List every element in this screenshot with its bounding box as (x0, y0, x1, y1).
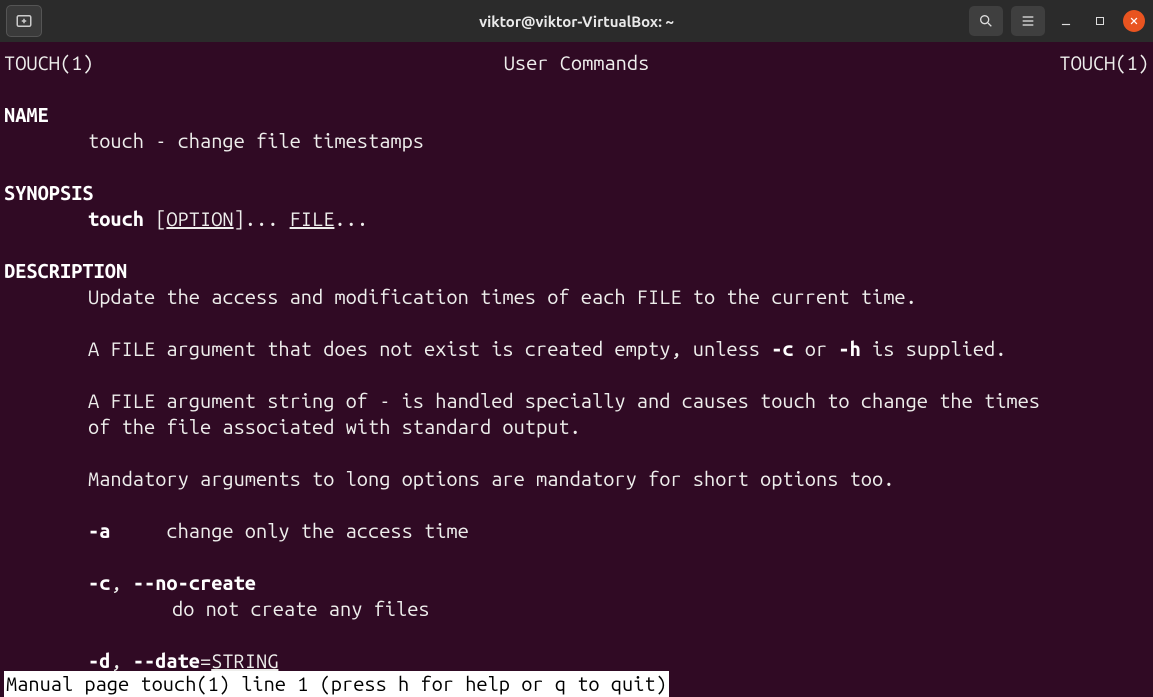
man-header-left: TOUCH(1) (4, 50, 94, 76)
description-line-3b: of the file associated with standard out… (0, 414, 1153, 440)
synopsis-option: OPTION (166, 207, 233, 230)
search-button[interactable] (969, 6, 1003, 36)
man-header-right: TOUCH(1) (1059, 50, 1149, 76)
close-button[interactable] (1121, 8, 1147, 34)
description-line-3a: A FILE argument string of - is handled s… (0, 388, 1153, 414)
synopsis-line: touch [OPTION]... FILE... (0, 206, 1153, 232)
menu-button[interactable] (1011, 6, 1045, 36)
close-icon (1123, 10, 1145, 32)
terminal-viewport[interactable]: TOUCH(1) User Commands TOUCH(1) NAME tou… (0, 42, 1153, 697)
synopsis-cmd: touch (88, 207, 144, 230)
maximize-button[interactable] (1087, 8, 1113, 34)
description-line-2: A FILE argument that does not exist is c… (0, 336, 1153, 362)
section-name-heading: NAME (0, 102, 1153, 128)
section-synopsis-heading: SYNOPSIS (0, 180, 1153, 206)
name-line: touch - change file timestamps (0, 128, 1153, 154)
window-controls (969, 6, 1147, 36)
description-line-1: Update the access and modification times… (0, 284, 1153, 310)
section-description-heading: DESCRIPTION (0, 258, 1153, 284)
new-tab-button[interactable] (6, 5, 42, 37)
option-a: -a change only the access time (0, 518, 1153, 544)
minimize-button[interactable] (1053, 8, 1079, 34)
description-line-4: Mandatory arguments to long options are … (0, 466, 1153, 492)
option-c: -c, --no-create (0, 570, 1153, 596)
man-header-center: User Commands (504, 50, 650, 76)
man-header-row: TOUCH(1) User Commands TOUCH(1) (0, 50, 1153, 76)
synopsis-file: FILE (290, 207, 335, 230)
option-c-desc: do not create any files (0, 596, 1153, 622)
man-status-line: Manual page touch(1) line 1 (press h for… (4, 671, 669, 697)
titlebar: viktor@viktor-VirtualBox: ~ (0, 0, 1153, 42)
